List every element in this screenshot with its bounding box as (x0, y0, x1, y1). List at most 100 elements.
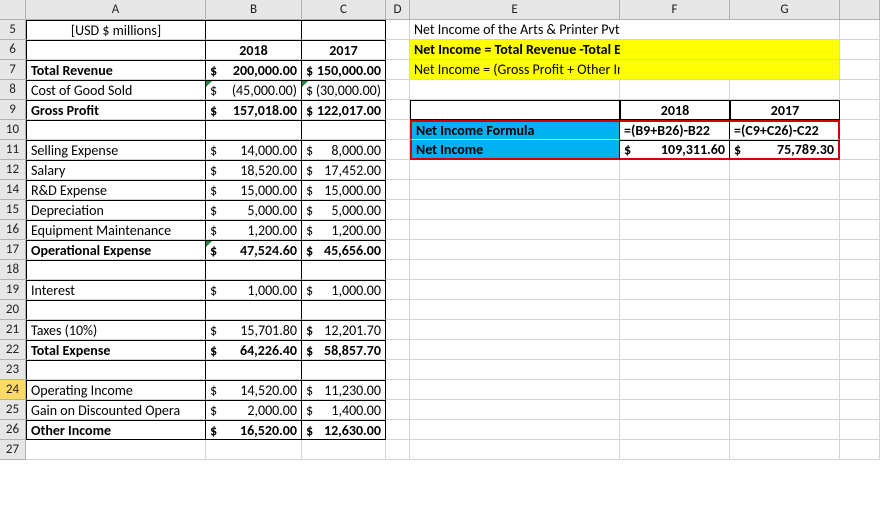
spreadsheet-grid[interactable]: A B C D E F G 5 [USD $ millions] Net Inc… (0, 0, 883, 460)
cell-B9[interactable]: 157,018.00 (206, 100, 302, 120)
cell-F8[interactable] (620, 80, 730, 100)
cell-E14[interactable] (410, 180, 620, 200)
cell-E9[interactable] (410, 100, 620, 120)
cell-G11[interactable]: 75,789.30 (730, 140, 840, 160)
cell-D6[interactable] (386, 40, 410, 60)
cell-F9[interactable]: 2018 (620, 100, 730, 120)
cell-F15[interactable] (620, 200, 730, 220)
cell-B10[interactable] (206, 120, 302, 140)
row-header[interactable]: 20 (0, 300, 26, 320)
cell-G14[interactable] (730, 180, 840, 200)
col-header-extra[interactable] (840, 0, 880, 20)
cell-D24[interactable] (386, 380, 410, 400)
cell-B16[interactable]: 1,200.00 (206, 220, 302, 240)
cell-E18[interactable] (410, 260, 620, 280)
cell-C18[interactable] (302, 260, 386, 280)
row-header[interactable]: 11 (0, 140, 26, 160)
cell-E15[interactable] (410, 200, 620, 220)
row-header[interactable]: 9 (0, 100, 26, 120)
cell-C9[interactable]: 122,017.00 (302, 100, 386, 120)
cell-F21[interactable] (620, 320, 730, 340)
corner-cell[interactable] (0, 0, 26, 20)
cell-H20[interactable] (840, 300, 880, 320)
cell-D8[interactable] (386, 80, 410, 100)
cell-E8[interactable] (410, 80, 620, 100)
cell-D26[interactable] (386, 420, 410, 440)
cell-D17[interactable] (386, 240, 410, 260)
cell-A16[interactable]: Equipment Maintenance (26, 220, 206, 240)
cell-A19[interactable]: Interest (26, 280, 206, 300)
cell-D22[interactable] (386, 340, 410, 360)
row-header[interactable]: 12 (0, 160, 26, 180)
row-header[interactable]: 7 (0, 60, 26, 80)
cell-E23[interactable] (410, 360, 620, 380)
cell-G21[interactable] (730, 320, 840, 340)
cell-H10[interactable] (840, 120, 880, 140)
cell-A27[interactable] (26, 440, 206, 460)
cell-G22[interactable] (730, 340, 840, 360)
cell-H19[interactable] (840, 280, 880, 300)
cell-A8[interactable]: Cost of Good Sold (26, 80, 206, 100)
cell-F7[interactable] (620, 60, 730, 80)
row-header[interactable]: 25 (0, 400, 26, 420)
cell-H7[interactable] (840, 60, 880, 80)
row-header[interactable]: 22 (0, 340, 26, 360)
cell-G15[interactable] (730, 200, 840, 220)
cell-C14[interactable]: 15,000.00 (302, 180, 386, 200)
cell-D14[interactable] (386, 180, 410, 200)
row-header[interactable]: 26 (0, 420, 26, 440)
cell-G9[interactable]: 2017 (730, 100, 840, 120)
cell-D7[interactable] (386, 60, 410, 80)
cell-B6[interactable]: 2018 (206, 40, 302, 60)
cell-A20[interactable] (26, 300, 206, 320)
cell-D20[interactable] (386, 300, 410, 320)
cell-G10[interactable]: =(C9+C26)-C22 (730, 120, 840, 140)
row-header[interactable]: 5 (0, 20, 26, 40)
cell-F23[interactable] (620, 360, 730, 380)
cell-A7[interactable]: Total Revenue (26, 60, 206, 80)
cell-D10[interactable] (386, 120, 410, 140)
cell-D25[interactable] (386, 400, 410, 420)
cell-F25[interactable] (620, 400, 730, 420)
cell-D19[interactable] (386, 280, 410, 300)
cell-G19[interactable] (730, 280, 840, 300)
cell-G23[interactable] (730, 360, 840, 380)
cell-A26[interactable]: Other Income (26, 420, 206, 440)
cell-B18[interactable] (206, 260, 302, 280)
cell-A6[interactable] (26, 40, 206, 60)
cell-A9[interactable]: Gross Profit (26, 100, 206, 120)
cell-A17[interactable]: Operational Expense (26, 240, 206, 260)
cell-E10[interactable]: Net Income Formula (410, 120, 620, 140)
cell-B17[interactable]: 47,524.60 (206, 240, 302, 260)
cell-B22[interactable]: 64,226.40 (206, 340, 302, 360)
cell-A12[interactable]: Salary (26, 160, 206, 180)
cell-A14[interactable]: R&D Expense (26, 180, 206, 200)
cell-B15[interactable]: 5,000.00 (206, 200, 302, 220)
cell-B26[interactable]: 16,520.00 (206, 420, 302, 440)
cell-F17[interactable] (620, 240, 730, 260)
cell-D11[interactable] (386, 140, 410, 160)
cell-E6[interactable]: Net Income = Total Revenue -Total Expens… (410, 40, 620, 60)
row-header[interactable]: 6 (0, 40, 26, 60)
cell-D23[interactable] (386, 360, 410, 380)
cell-F20[interactable] (620, 300, 730, 320)
col-header-B[interactable]: B (206, 0, 302, 20)
cell-C26[interactable]: $12,630.00 (302, 420, 386, 440)
cell-F5[interactable] (620, 20, 730, 40)
cell-A10[interactable] (26, 120, 206, 140)
cell-E7[interactable]: Net Income = (Gross Profit + Other Incom… (410, 60, 620, 80)
cell-D27[interactable] (386, 440, 410, 460)
cell-H8[interactable] (840, 80, 880, 100)
cell-D9[interactable] (386, 100, 410, 120)
cell-B19[interactable]: 1,000.00 (206, 280, 302, 300)
cell-F24[interactable] (620, 380, 730, 400)
col-header-C[interactable]: C (302, 0, 386, 20)
cell-H22[interactable] (840, 340, 880, 360)
cell-B12[interactable]: 18,520.00 (206, 160, 302, 180)
cell-A18[interactable] (26, 260, 206, 280)
cell-E12[interactable] (410, 160, 620, 180)
cell-E11[interactable]: Net Income (410, 140, 620, 160)
cell-C12[interactable]: 17,452.00 (302, 160, 386, 180)
col-header-G[interactable]: G (730, 0, 840, 20)
cell-E17[interactable] (410, 240, 620, 260)
